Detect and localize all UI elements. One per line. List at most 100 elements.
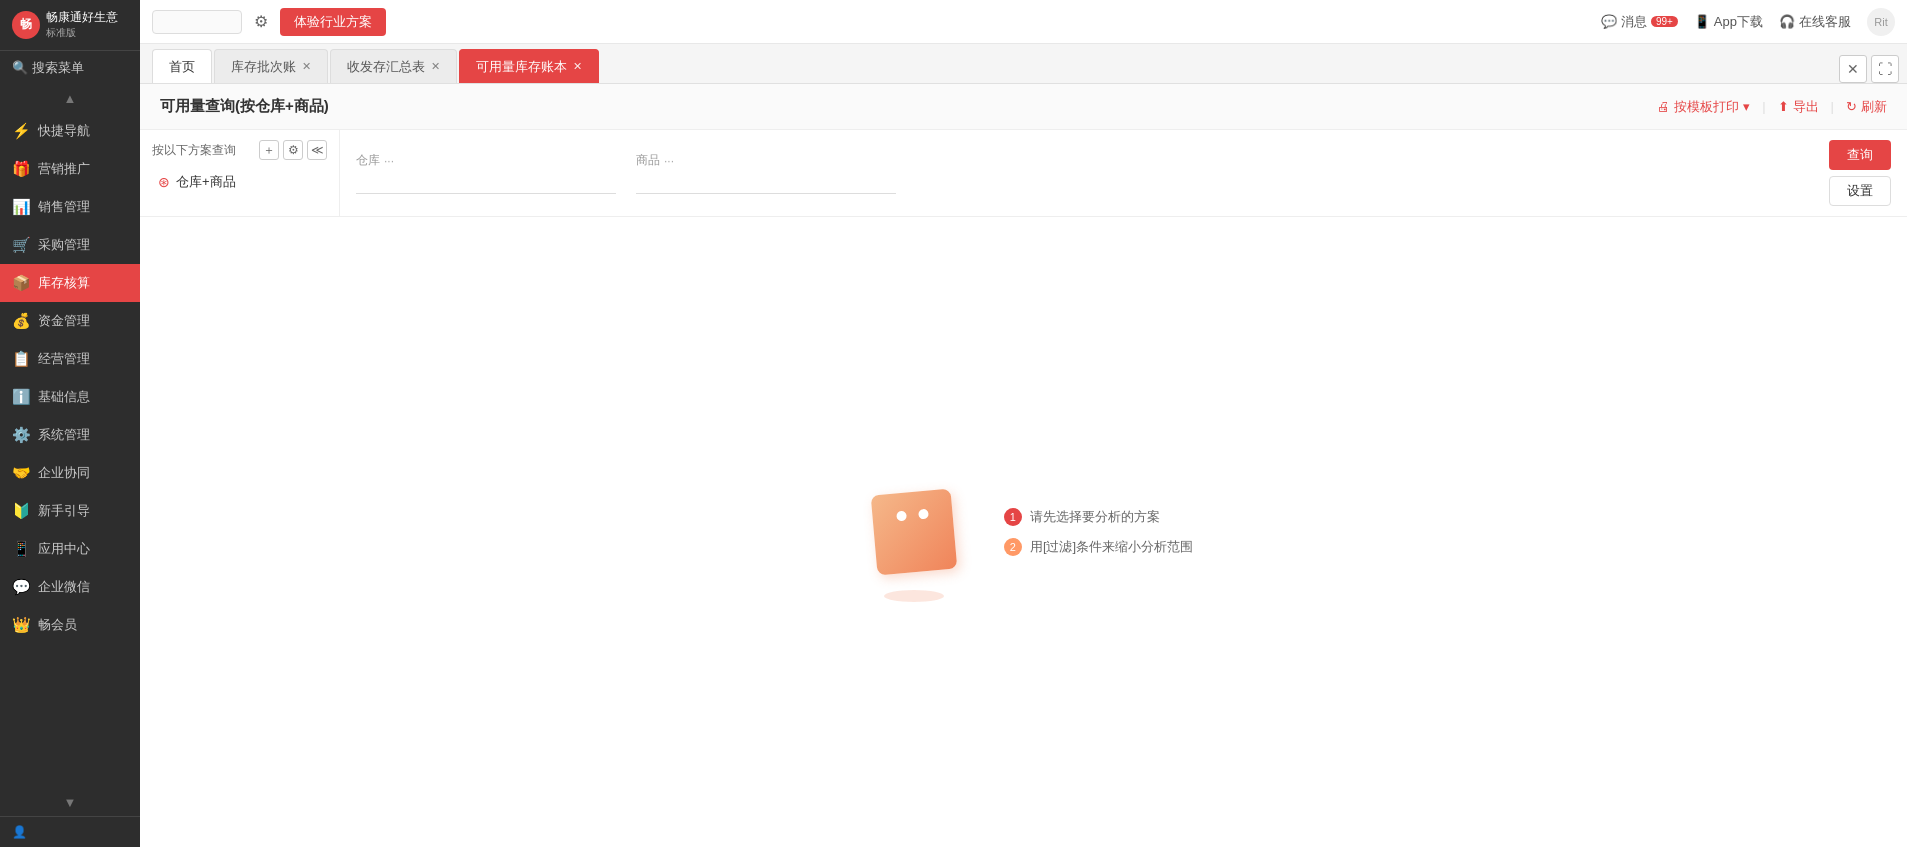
nav-icon-system: ⚙️ — [12, 426, 30, 444]
tip-number-1: 1 — [1004, 508, 1022, 526]
tabs-bar: 首页库存批次账✕收发存汇总表✕ 可用量库存账本 ✕ ✕ ⛶ — [140, 44, 1907, 84]
sidebar-item-basic-info[interactable]: ℹ️ 基础信息 — [0, 378, 140, 416]
empty-tips: 1 请先选择要分析的方案 2 用[过滤]条件来缩小分析范围 — [1004, 508, 1193, 556]
online-service-label: 在线客服 — [1799, 13, 1851, 31]
empty-illustration — [854, 472, 974, 592]
warehouse-field: 仓库 ··· — [356, 152, 616, 194]
service-icon: 🎧 — [1779, 14, 1795, 29]
warehouse-input[interactable] — [356, 172, 616, 194]
nav-icon-enterprise: 🤝 — [12, 464, 30, 482]
tab-home[interactable]: 首页 — [152, 49, 212, 83]
empty-tip-1: 1 请先选择要分析的方案 — [1004, 508, 1193, 526]
nav-icon-app-center: 📱 — [12, 540, 30, 558]
filter-schemes-panel: 按以下方案查询 ＋ ⚙ ≪ ⊛ 仓库+商品 — [140, 130, 340, 216]
nav-icon-vip: 👑 — [12, 616, 30, 634]
empty-tip-1-text: 请先选择要分析的方案 — [1030, 508, 1160, 526]
tab-close-available-inventory[interactable]: ✕ — [573, 60, 582, 73]
filter-fields: 仓库 ··· 商品 ··· 查询 设置 — [340, 130, 1907, 216]
tab-available-inventory[interactable]: 可用量库存账本 ✕ — [459, 49, 599, 83]
nav-label-purchase: 采购管理 — [38, 236, 90, 254]
gear-icon[interactable]: ⚙ — [250, 8, 272, 35]
nav-label-sales: 销售管理 — [38, 198, 90, 216]
tab-close-receive-summary[interactable]: ✕ — [431, 60, 440, 73]
online-service-btn[interactable]: 🎧 在线客服 — [1779, 13, 1851, 31]
tab-label-available-inventory: 可用量库存账本 — [476, 58, 567, 76]
topbar-search-input[interactable] — [152, 10, 242, 34]
sidebar-item-enterprise-wechat[interactable]: 💬企业微信 — [0, 568, 140, 606]
sidebar-item-sales[interactable]: 📊 销售管理 — [0, 188, 140, 226]
messages-btn[interactable]: 💬 消息 99+ — [1601, 13, 1678, 31]
product-label: 商品 — [636, 152, 660, 169]
nav-icon-purchase: 🛒 — [12, 236, 30, 254]
nav-label-new-guide: 新手引导 — [38, 502, 90, 520]
sidebar-item-inventory[interactable]: 📦库存核算 — [0, 264, 140, 302]
nav-icon-new-guide: 🔰 — [12, 502, 30, 520]
product-input[interactable] — [636, 172, 896, 194]
scheme-icon: ⊛ — [158, 174, 170, 190]
nav-label-basic-info: 基础信息 — [38, 388, 90, 406]
collapse-schemes-btn[interactable]: ≪ — [307, 140, 327, 160]
main-area: ⚙ 体验行业方案 💬 消息 99+ 📱 App下载 🎧 在线客服 Rit — [140, 0, 1907, 847]
tab-receive-summary[interactable]: 收发存汇总表✕ — [330, 49, 457, 83]
sidebar-item-quick-nav[interactable]: ⚡快捷导航 — [0, 112, 140, 150]
settings-button[interactable]: 设置 — [1829, 176, 1891, 206]
search-icon: 🔍 — [12, 60, 28, 75]
export-icon: ⬆ — [1778, 99, 1789, 114]
add-scheme-btn[interactable]: ＋ — [259, 140, 279, 160]
product-field: 商品 ··· — [636, 152, 896, 194]
content-area: 可用量查询(按仓库+商品) 🖨 按模板打印 ▾ | ⬆ 导出 | ↻ 刷新 — [140, 84, 1907, 847]
sidebar-item-vip[interactable]: 👑畅会员 — [0, 606, 140, 644]
box-face — [896, 509, 929, 522]
sidebar-bottom[interactable]: 👤 — [0, 816, 140, 847]
page-title: 可用量查询(按仓库+商品) — [160, 97, 1657, 116]
maximize-tab-btn[interactable]: ⛶ — [1871, 55, 1899, 83]
sidebar-item-purchase[interactable]: 🛒 采购管理 — [0, 226, 140, 264]
divider-2: | — [1831, 99, 1834, 114]
logo-text-group: 畅康通好生意 标准版 — [46, 10, 118, 40]
query-button[interactable]: 查询 — [1829, 140, 1891, 170]
sidebar-item-new-guide[interactable]: 🔰 新手引导 — [0, 492, 140, 530]
export-btn[interactable]: ⬆ 导出 — [1778, 98, 1819, 116]
topbar-right: 💬 消息 99+ 📱 App下载 🎧 在线客服 Rit — [1601, 8, 1895, 36]
product-more-btn[interactable]: ··· — [664, 154, 674, 168]
print-btn[interactable]: 🖨 按模板打印 ▾ — [1657, 98, 1750, 116]
app-download-btn[interactable]: 📱 App下载 — [1694, 13, 1763, 31]
logo-icon: 畅 — [12, 11, 40, 39]
warehouse-more-btn[interactable]: ··· — [384, 154, 394, 168]
product-field-label: 商品 ··· — [636, 152, 896, 169]
sidebar-item-app-center[interactable]: 📱应用中心 — [0, 530, 140, 568]
filter-schemes-actions: ＋ ⚙ ≪ — [259, 140, 327, 160]
refresh-btn[interactable]: ↻ 刷新 — [1846, 98, 1887, 116]
scheme-item-warehouse-product[interactable]: ⊛ 仓库+商品 — [152, 168, 327, 196]
sidebar-item-finance[interactable]: 💰资金管理 — [0, 302, 140, 340]
sidebar-search[interactable]: 🔍 搜索菜单 — [0, 51, 140, 85]
tabs-actions: ✕ ⛶ — [1839, 55, 1907, 83]
sidebar-item-marketing[interactable]: 🎁营销推广 — [0, 150, 140, 188]
page-actions: 🖨 按模板打印 ▾ | ⬆ 导出 | ↻ 刷新 — [1657, 98, 1887, 116]
sidebar-scroll-up[interactable]: ▲ — [0, 85, 140, 112]
close-tab-btn[interactable]: ✕ — [1839, 55, 1867, 83]
box-eye-right — [918, 509, 929, 520]
warehouse-field-label: 仓库 ··· — [356, 152, 616, 169]
edit-scheme-btn[interactable]: ⚙ — [283, 140, 303, 160]
app-download-label: App下载 — [1714, 13, 1763, 31]
sidebar-item-system[interactable]: ⚙️系统管理 — [0, 416, 140, 454]
nav-label-operation: 经营管理 — [38, 350, 90, 368]
sidebar-item-enterprise[interactable]: 🤝企业协同 — [0, 454, 140, 492]
industry-btn[interactable]: 体验行业方案 — [280, 8, 386, 36]
user-profile-btn[interactable]: Rit — [1867, 8, 1895, 36]
box-eye-left — [896, 511, 907, 522]
nav-label-finance: 资金管理 — [38, 312, 90, 330]
refresh-label: 刷新 — [1861, 98, 1887, 116]
sidebar-item-operation[interactable]: 📋经营管理 — [0, 340, 140, 378]
nav-icon-basic-info: ℹ️ — [12, 388, 30, 406]
divider-1: | — [1762, 99, 1765, 114]
nav-icon-inventory: 📦 — [12, 274, 30, 292]
filter-schemes-label: 按以下方案查询 — [152, 142, 236, 159]
empty-tip-2-text: 用[过滤]条件来缩小分析范围 — [1030, 538, 1193, 556]
filter-schemes-header: 按以下方案查询 ＋ ⚙ ≪ — [152, 140, 327, 160]
nav-icon-sales: 📊 — [12, 198, 30, 216]
tab-close-batch-account[interactable]: ✕ — [302, 60, 311, 73]
tab-batch-account[interactable]: 库存批次账✕ — [214, 49, 328, 83]
sidebar-scroll-down[interactable]: ▼ — [0, 789, 140, 816]
